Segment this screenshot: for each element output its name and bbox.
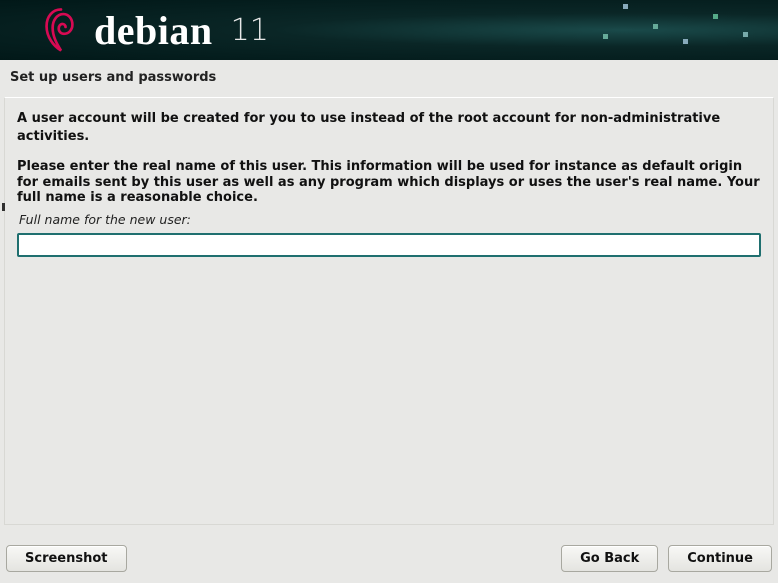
continue-button[interactable]: Continue — [668, 545, 772, 572]
full-name-label: Full name for the new user: — [17, 212, 761, 227]
go-back-button[interactable]: Go Back — [561, 545, 658, 572]
installer-header: debian 11 — [0, 0, 778, 60]
page-title: Set up users and passwords — [0, 60, 778, 93]
brand-logo: debian 11 — [0, 0, 778, 60]
main-panel: A user account will be created for you t… — [4, 97, 774, 525]
description-1: A user account will be created for you t… — [17, 110, 761, 145]
description-2: Please enter the real name of this user.… — [17, 159, 761, 206]
screenshot-button[interactable]: Screenshot — [6, 545, 127, 572]
debian-swirl-icon — [42, 5, 80, 55]
brand-name: debian — [94, 7, 213, 54]
full-name-input[interactable] — [17, 233, 761, 257]
footer-bar: Screenshot Go Back Continue — [0, 539, 778, 583]
brand-version: 11 — [231, 13, 269, 48]
